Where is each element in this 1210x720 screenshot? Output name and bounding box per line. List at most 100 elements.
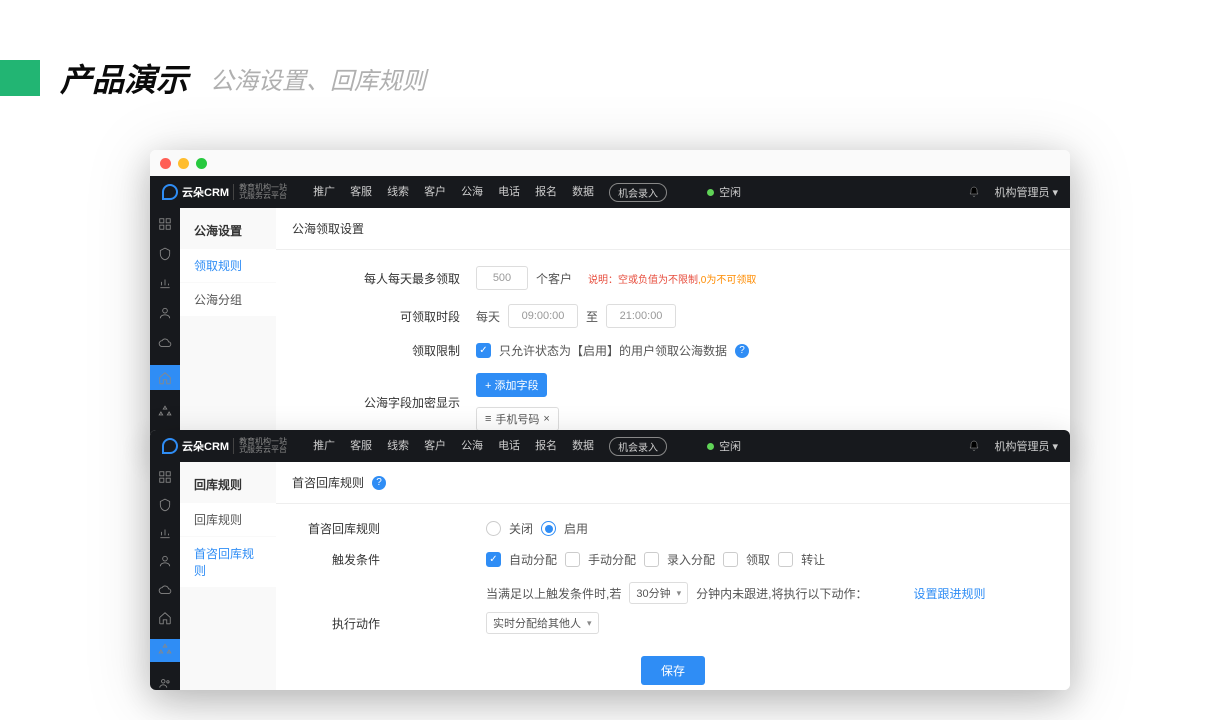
select-minutes[interactable]: 30分钟 — [629, 582, 688, 604]
tag-close-icon[interactable]: × — [543, 413, 549, 425]
sidebar-recycle-icon[interactable] — [157, 404, 173, 420]
opt-auto-assign: 自动分配 — [509, 551, 557, 568]
side-item-first-consult-rule[interactable]: 首咨回库规则 — [180, 537, 276, 587]
sidebar-chart-icon[interactable] — [157, 526, 173, 540]
minimize-icon[interactable] — [178, 158, 189, 169]
radio-on-label: 启用 — [564, 520, 588, 537]
user-role-label: 机构管理员 — [994, 184, 1049, 200]
status-text: 空闲 — [719, 184, 741, 200]
nav-promote[interactable]: 推广 — [313, 183, 335, 202]
macos-titlebar — [150, 150, 1070, 176]
maximize-icon[interactable] — [196, 158, 207, 169]
checkbox-transfer[interactable] — [778, 552, 793, 567]
nav-promote[interactable]: 推广 — [313, 437, 335, 456]
status-indicator[interactable]: 空闲 — [707, 184, 741, 200]
sidebar-home-icon[interactable] — [150, 365, 180, 391]
notification-bell-icon[interactable] — [968, 440, 980, 452]
status-indicator[interactable]: 空闲 — [707, 438, 741, 454]
side-menu-title: 回库规则 — [180, 472, 276, 503]
sidebar-shield-icon[interactable] — [157, 246, 173, 262]
brand-logo[interactable]: 云朵CRM 教育机构一站式服务云平台 — [162, 438, 293, 454]
row-trigger: 触发条件 自动分配 手动分配 录入分配 领取 转让 — [296, 551, 1050, 568]
sidebar-shield-icon[interactable] — [157, 498, 173, 512]
label-restrict: 领取限制 — [296, 342, 476, 359]
sidebar-cloud-icon[interactable] — [157, 583, 173, 597]
checkbox-restrict[interactable] — [476, 343, 491, 358]
save-button[interactable]: 保存 — [641, 656, 705, 685]
input-daily-limit[interactable]: 500 — [476, 266, 528, 290]
radio-off[interactable] — [486, 521, 501, 536]
logo-mark-icon — [162, 184, 178, 200]
opt-entry-assign: 录入分配 — [667, 551, 715, 568]
nav-phone[interactable]: 电话 — [498, 183, 520, 202]
sidebar-users-icon[interactable] — [157, 676, 173, 690]
side-menu: 回库规则 回库规则 首咨回库规则 — [180, 462, 276, 690]
help-icon[interactable]: ? — [735, 344, 749, 358]
user-role-label: 机构管理员 — [994, 438, 1049, 454]
radio-on[interactable] — [541, 521, 556, 536]
nav-leads[interactable]: 线索 — [387, 183, 409, 202]
encrypted-field-tag[interactable]: ≡ 手机号码 × — [476, 407, 559, 431]
brand-text: 云朵CRM — [182, 184, 229, 200]
nav-gonghai[interactable]: 公海 — [461, 437, 483, 456]
note-daily-limit: 说明：空或负值为不限制,0为不可领取 — [588, 271, 756, 286]
link-set-follow-rule[interactable]: 设置跟进规则 — [913, 585, 985, 602]
checkbox-auto-assign[interactable] — [486, 552, 501, 567]
select-action[interactable]: 实时分配给其他人 — [486, 612, 599, 634]
row-rule-toggle: 首咨回库规则 关闭 启用 — [296, 520, 1050, 537]
sidebar-dashboard-icon[interactable] — [157, 216, 173, 232]
label-rule-toggle: 首咨回库规则 — [296, 520, 396, 537]
brand-logo[interactable]: 云朵CRM 教育机构一站式服务云平台 — [162, 184, 293, 200]
user-role-dropdown[interactable]: 机构管理员 ▾ — [994, 184, 1058, 200]
brand-sub: 教育机构一站式服务云平台 — [233, 438, 293, 454]
checkbox-manual-assign[interactable] — [565, 552, 580, 567]
nav-service[interactable]: 客服 — [350, 437, 372, 456]
status-dot-icon — [707, 443, 714, 450]
nav-customers[interactable]: 客户 — [424, 437, 446, 456]
restrict-text: 只允许状态为【启用】的用户领取公海数据 — [499, 342, 727, 359]
sidebar-cloud-icon[interactable] — [157, 335, 173, 351]
checkbox-entry-assign[interactable] — [644, 552, 659, 567]
icon-sidebar — [150, 462, 180, 690]
section-title: 公海领取设置 — [276, 208, 1070, 250]
side-item-group[interactable]: 公海分组 — [180, 283, 276, 316]
close-icon[interactable] — [160, 158, 171, 169]
sidebar-recycle-icon[interactable] — [150, 639, 180, 662]
help-icon[interactable]: ? — [372, 476, 386, 490]
sidebar-user-icon[interactable] — [157, 554, 173, 568]
input-time-to[interactable]: 21:00:00 — [606, 304, 676, 328]
list-icon: ≡ — [485, 413, 491, 425]
input-time-from[interactable]: 09:00:00 — [508, 304, 578, 328]
nav-leads[interactable]: 线索 — [387, 437, 409, 456]
checkbox-claim[interactable] — [723, 552, 738, 567]
accent-block — [0, 60, 40, 96]
sidebar-dashboard-icon[interactable] — [157, 470, 173, 484]
condition-mid: 分钟内未跟进,将执行以下动作： — [696, 585, 867, 602]
sidebar-user-icon[interactable] — [157, 305, 173, 321]
row-condition-line: 当满足以上触发条件时,若 30分钟 分钟内未跟进,将执行以下动作： 设置跟进规则 — [296, 582, 1050, 604]
icon-sidebar — [150, 208, 180, 450]
side-item-return-rule[interactable]: 回库规则 — [180, 503, 276, 536]
notification-bell-icon[interactable] — [968, 186, 980, 198]
nav-signup[interactable]: 报名 — [535, 183, 557, 202]
time-prefix: 每天 — [476, 308, 500, 325]
nav-data[interactable]: 数据 — [572, 183, 594, 202]
nav-opportunity-entry[interactable]: 机会录入 — [609, 437, 667, 456]
nav-service[interactable]: 客服 — [350, 183, 372, 202]
nav-opportunity-entry[interactable]: 机会录入 — [609, 183, 667, 202]
add-field-button[interactable]: + 添加字段 — [476, 373, 547, 397]
nav-signup[interactable]: 报名 — [535, 437, 557, 456]
row-daily-limit: 每人每天最多领取 500 个客户 说明：空或负值为不限制,0为不可领取 — [296, 266, 1050, 290]
nav-data[interactable]: 数据 — [572, 437, 594, 456]
side-item-claim-rule[interactable]: 领取规则 — [180, 249, 276, 282]
row-restrict: 领取限制 只允许状态为【启用】的用户领取公海数据 ? — [296, 342, 1050, 359]
window-gonghai-settings: 云朵CRM 教育机构一站式服务云平台 推广 客服 线索 客户 公海 电话 报名 … — [150, 150, 1070, 450]
brand-text: 云朵CRM — [182, 438, 229, 454]
label-action: 执行动作 — [296, 615, 396, 632]
user-role-dropdown[interactable]: 机构管理员 ▾ — [994, 438, 1058, 454]
nav-phone[interactable]: 电话 — [498, 437, 520, 456]
nav-customers[interactable]: 客户 — [424, 183, 446, 202]
sidebar-home-icon[interactable] — [157, 611, 173, 625]
nav-gonghai[interactable]: 公海 — [461, 183, 483, 202]
sidebar-chart-icon[interactable] — [157, 276, 173, 292]
